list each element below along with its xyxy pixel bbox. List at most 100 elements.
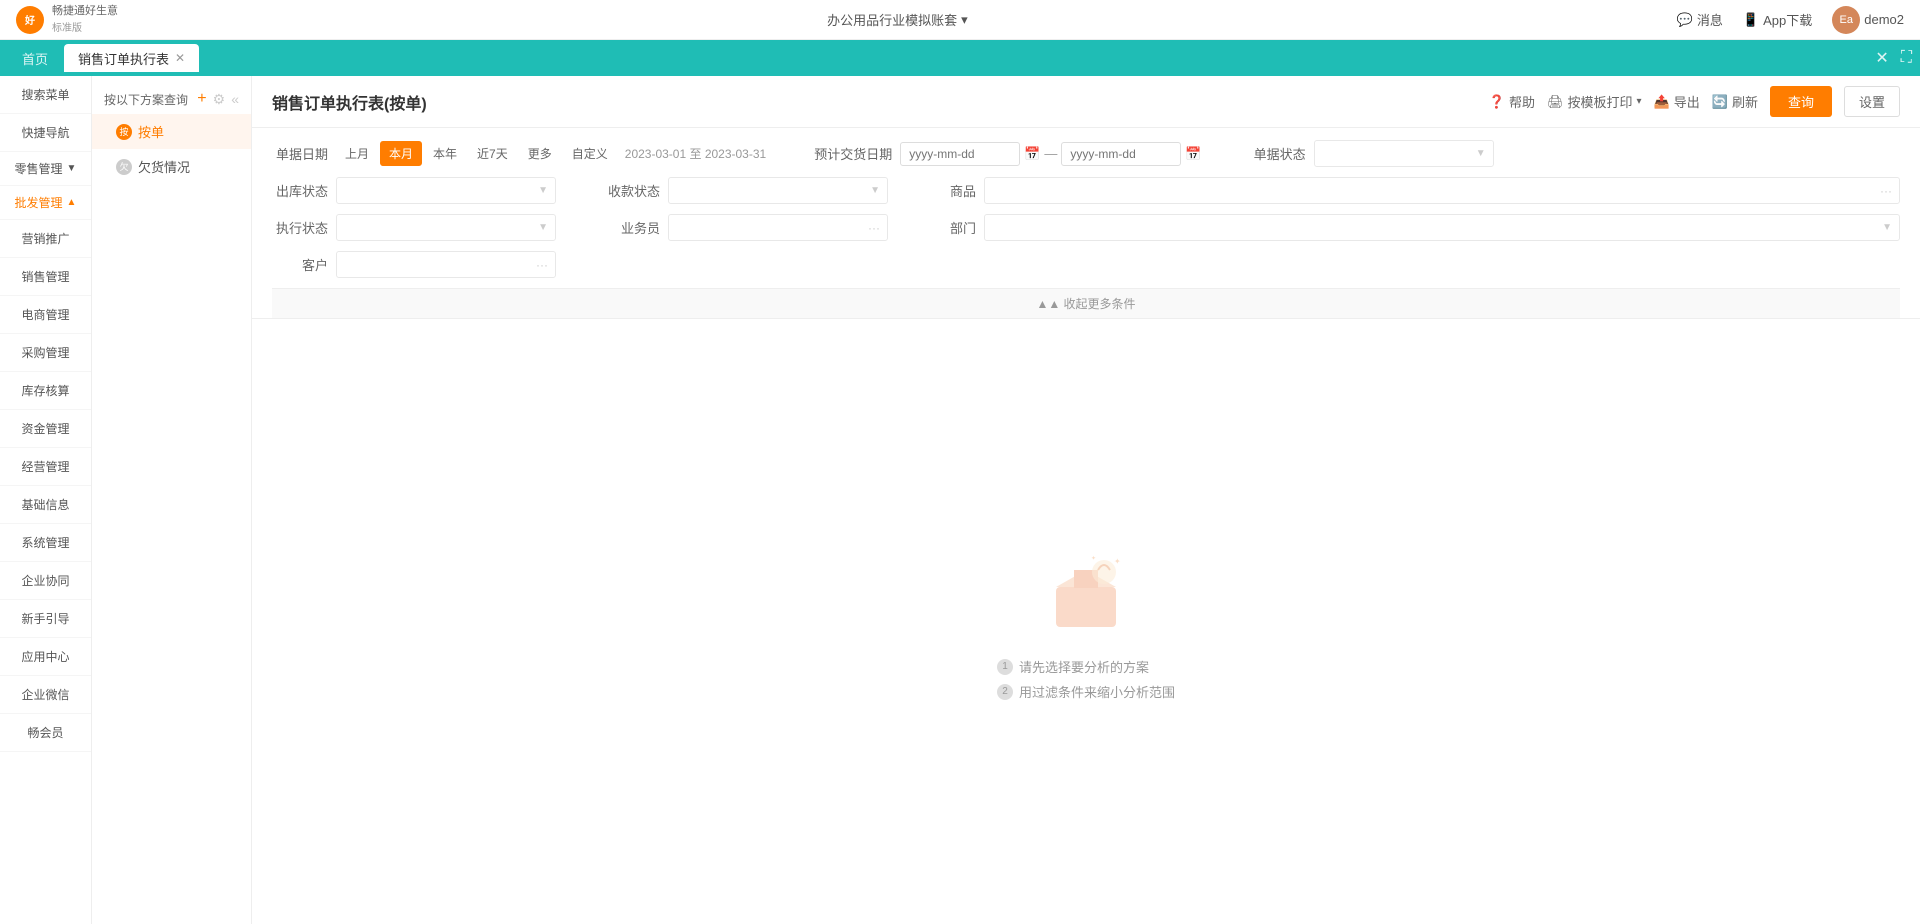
customer-more-icon[interactable]: ···	[536, 258, 548, 272]
expected-date-end[interactable]	[1061, 142, 1181, 166]
sub-sidebar-item-order-icon-text: 按	[119, 125, 128, 138]
message-btn[interactable]: 💬 消息	[1677, 10, 1723, 29]
empty-tip-1: 1 请先选择要分析的方案	[997, 657, 1149, 676]
delivery-select-wrapper: ▼	[336, 177, 556, 204]
sidebar-item-retail[interactable]: 零售管理 ▼	[0, 152, 91, 186]
app-icon: 📱	[1743, 12, 1759, 28]
date-buttons: 上月 本月 本年 近7天 更多 自定义	[336, 141, 617, 166]
sidebar-item-wechat[interactable]: 企业微信	[0, 676, 91, 714]
tab-close-all-icon[interactable]: ✕	[1875, 48, 1888, 68]
tab-home[interactable]: 首页	[8, 44, 62, 72]
sidebar-item-collab[interactable]: 企业协同	[0, 562, 91, 600]
sidebar-ecom-label: 电商管理	[21, 308, 69, 322]
sub-sidebar-add-btn[interactable]: +	[197, 90, 206, 108]
logo-area: 好 畅捷通好生意 标准版	[16, 5, 118, 33]
product-input-wrapper: ···	[984, 177, 1900, 204]
nav-selector[interactable]: 办公用品行业模拟账套 ▾	[827, 10, 968, 29]
sub-sidebar: 按以下方案查询 + ⚙ « 按 按单 欠 欠货情况	[92, 76, 252, 924]
execution-select-wrapper: ▼	[336, 214, 556, 241]
sub-sidebar-collapse-btn[interactable]: «	[231, 91, 239, 107]
sidebar-item-appcenter[interactable]: 应用中心	[0, 638, 91, 676]
message-label: 消息	[1697, 10, 1723, 29]
app-download-label: App下载	[1763, 10, 1812, 29]
sidebar-item-member[interactable]: 畅会员	[0, 714, 91, 752]
sidebar-item-wholesale[interactable]: 批发管理 ▲	[0, 186, 91, 220]
sidebar-item-newbie[interactable]: 新手引导	[0, 600, 91, 638]
sidebar-appcenter-label: 应用中心	[21, 650, 69, 664]
sub-sidebar-item-shortage-icon: 欠	[116, 159, 132, 175]
app-download-btn[interactable]: 📱 App下载	[1743, 10, 1812, 29]
product-more-icon[interactable]: ···	[1880, 184, 1892, 198]
payment-select[interactable]	[668, 177, 888, 204]
date-btn-thisyear[interactable]: 本年	[424, 141, 466, 166]
tab-expand-icon[interactable]: ⛶	[1901, 49, 1912, 67]
salesperson-more-icon[interactable]: ···	[868, 221, 880, 235]
sidebar-quicknav-label: 快捷导航	[21, 126, 69, 140]
sidebar-item-marketing[interactable]: 营销推广	[0, 220, 91, 258]
execution-select[interactable]	[336, 214, 556, 241]
cal-icon-end[interactable]: 📅	[1185, 146, 1201, 162]
sidebar-item-sales[interactable]: 销售管理	[0, 258, 91, 296]
sub-sidebar-item-order[interactable]: 按 按单	[92, 114, 251, 149]
filter-row-3: 执行状态 ▼ 业务员 ··· 部门	[272, 214, 1900, 241]
delivery-select[interactable]	[336, 177, 556, 204]
sub-sidebar-item-order-label: 按单	[138, 122, 164, 141]
logo-text: 畅捷通好生意	[52, 5, 118, 18]
logo-icon: 好	[16, 6, 44, 34]
sidebar-wholesale-arrow: ▲	[67, 197, 77, 208]
product-input[interactable]	[984, 177, 1900, 204]
date-btn-thismonth[interactable]: 本月	[380, 141, 422, 166]
sidebar-search-label: 搜索菜单	[21, 88, 69, 102]
logo-sub: 标准版	[52, 19, 118, 34]
sidebar-item-search[interactable]: 搜索菜单	[0, 76, 91, 114]
filter-row-date: 单据日期 上月 本月 本年 近7天 更多 自定义 2023-03-01 至 20…	[272, 140, 1900, 167]
sub-sidebar-item-shortage[interactable]: 欠 欠货情况	[92, 149, 251, 184]
collapse-bar[interactable]: ▲▲ 收起更多条件	[272, 288, 1900, 318]
sub-sidebar-header: 按以下方案查询 + ⚙ «	[92, 84, 251, 114]
customer-input[interactable]	[336, 251, 556, 278]
tab-home-label: 首页	[22, 49, 48, 68]
svg-text:✦: ✦	[1114, 557, 1121, 566]
tab-close-icon[interactable]: ✕	[175, 51, 185, 65]
sidebar-item-system[interactable]: 系统管理	[0, 524, 91, 562]
export-btn[interactable]: 📤 导出	[1654, 92, 1700, 111]
sidebar-item-basic[interactable]: 基础信息	[0, 486, 91, 524]
sidebar-basic-label: 基础信息	[21, 498, 69, 512]
salesperson-input[interactable]	[668, 214, 888, 241]
user-area[interactable]: Ea demo2	[1832, 6, 1904, 34]
print-arrow-icon: ▾	[1637, 96, 1642, 107]
sidebar-item-purchase[interactable]: 采购管理	[0, 334, 91, 372]
help-btn[interactable]: ❓ 帮助	[1489, 92, 1535, 111]
help-icon: ❓	[1489, 94, 1505, 110]
sidebar-item-quicknav[interactable]: 快捷导航	[0, 114, 91, 152]
empty-text: 1 请先选择要分析的方案 2 用过滤条件来缩小分析范围	[997, 657, 1175, 701]
query-btn[interactable]: 查询	[1770, 86, 1832, 117]
settings-btn[interactable]: 设置	[1844, 86, 1900, 117]
empty-svg: ✦ ✦	[1036, 542, 1136, 642]
sidebar-marketing-label: 营销推广	[21, 232, 69, 246]
empty-tip-1-num: 1	[997, 659, 1013, 675]
sub-sidebar-settings-btn[interactable]: ⚙	[213, 91, 226, 108]
date-btn-lastmonth[interactable]: 上月	[336, 141, 378, 166]
date-separator: —	[1044, 146, 1057, 161]
cal-icon-start[interactable]: 📅	[1024, 146, 1040, 162]
filter-row-2: 出库状态 ▼ 收款状态 ▼	[272, 177, 1900, 204]
expected-date-start[interactable]	[900, 142, 1020, 166]
svg-text:✦: ✦	[1091, 555, 1096, 562]
main-layout: 搜索菜单 快捷导航 零售管理 ▼ 批发管理 ▲ 营销推广 销售管理 电商管理 采…	[0, 76, 1920, 924]
main-panel: 销售订单执行表(按单) ❓ 帮助 🖨 按模板打印 ▾	[252, 76, 1920, 924]
sidebar-item-ecom[interactable]: 电商管理	[0, 296, 91, 334]
status-select[interactable]	[1314, 140, 1494, 167]
sidebar-item-operations[interactable]: 经营管理	[0, 448, 91, 486]
dept-select[interactable]	[984, 214, 1900, 241]
message-icon: 💬	[1677, 12, 1693, 28]
filter-row-4: 客户 ···	[272, 251, 1900, 278]
date-btn-more[interactable]: 更多	[519, 141, 561, 166]
refresh-btn[interactable]: 🔄 刷新	[1712, 92, 1758, 111]
date-btn-custom[interactable]: 自定义	[563, 141, 617, 166]
sidebar-item-inventory[interactable]: 库存核算	[0, 372, 91, 410]
print-btn[interactable]: 🖨 按模板打印 ▾	[1547, 92, 1642, 111]
tab-sales-order[interactable]: 销售订单执行表 ✕	[64, 44, 199, 72]
sidebar-item-finance[interactable]: 资金管理	[0, 410, 91, 448]
date-btn-7days[interactable]: 近7天	[468, 141, 517, 166]
